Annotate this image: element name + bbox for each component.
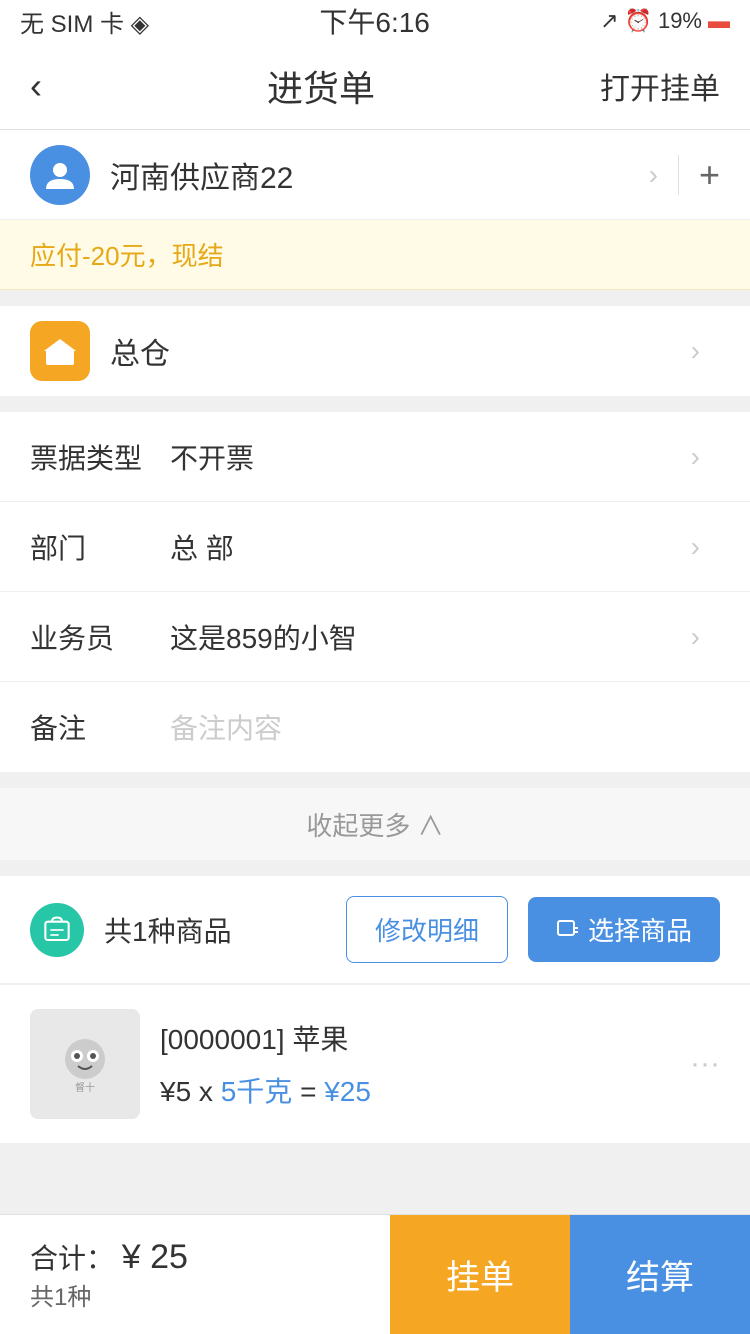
battery-label: 19% (658, 8, 702, 34)
supplier-card: 河南供应商22 › + 应付-20元，现结 (0, 130, 750, 290)
invoice-type-value: 不开票 (150, 437, 691, 477)
salesperson-label: 业务员 (30, 617, 150, 657)
invoice-type-row[interactable]: 票据类型 不开票 › (0, 412, 750, 502)
vertical-divider (678, 155, 679, 195)
svg-text:督十: 督十 (75, 1081, 95, 1094)
supplier-chevron-icon: › (649, 159, 658, 191)
salesperson-chevron: › (691, 621, 700, 653)
location-icon: ↗ (600, 8, 618, 34)
product-name: [0000001] 苹果 (160, 1018, 670, 1058)
products-count: 共1种商品 (104, 910, 326, 950)
remark-input[interactable]: 备注内容 (150, 707, 720, 747)
equals: = (300, 1076, 324, 1107)
page-title: 进货单 (267, 60, 375, 112)
warehouse-card: 总仓 › (0, 306, 750, 396)
select-product-label: 选择商品 (588, 911, 692, 948)
collapse-button[interactable]: 收起更多 ∧ (0, 788, 750, 860)
edit-detail-button[interactable]: 修改明细 (346, 896, 508, 963)
invoice-type-label: 票据类型 (30, 437, 150, 477)
status-bar: 无 SIM 卡 ◈ 下午6:16 ↗ ⏰ 19% ▬ (0, 0, 750, 42)
warehouse-name: 总仓 (110, 329, 691, 373)
sim-label: 无 SIM 卡 ◈ (20, 4, 149, 39)
invoice-type-chevron: › (691, 441, 700, 473)
department-value: 总 部 (150, 527, 691, 567)
warehouse-row[interactable]: 总仓 › (0, 306, 750, 396)
quantity: 5千克 (221, 1076, 293, 1107)
status-right: ↗ ⏰ 19% ▬ (600, 8, 730, 34)
salesperson-value: 这是859的小智 (150, 617, 691, 657)
unit-price: ¥5 x (160, 1076, 221, 1107)
total-label: 合计： (30, 1243, 114, 1274)
supplier-row[interactable]: 河南供应商22 › + (0, 130, 750, 220)
back-button[interactable]: ‹ (30, 65, 42, 107)
department-chevron: › (691, 531, 700, 563)
department-label: 部门 (30, 527, 150, 567)
notice-bar: 应付-20元，现结 (0, 220, 750, 290)
settle-button[interactable]: 结算 (570, 1215, 750, 1334)
collapse-label: 收起更多 ∧ (306, 806, 443, 843)
product-info: [0000001] 苹果 ¥5 x 5千克 = ¥25 (160, 1018, 670, 1110)
warehouse-chevron-icon: › (691, 335, 700, 367)
nav-bar: ‹ 进货单 打开挂单 (0, 42, 750, 130)
products-header: 共1种商品 修改明细 选择商品 (0, 876, 750, 983)
footer-count: 共1种 (30, 1277, 360, 1312)
form-card: 票据类型 不开票 › 部门 总 部 › 业务员 这是859的小智 › 备注 备注… (0, 412, 750, 772)
remark-row[interactable]: 备注 备注内容 (0, 682, 750, 772)
product-item: 督十 [0000001] 苹果 ¥5 x 5千克 = ¥25 ··· (0, 985, 750, 1143)
warehouse-icon (30, 321, 90, 381)
status-time: 下午6:16 (319, 1, 430, 41)
product-code: [0000001] (160, 1024, 292, 1055)
product-more-button[interactable]: ··· (690, 1047, 720, 1081)
product-thumbnail: 督十 (30, 1009, 140, 1119)
footer: 合计： ¥ 25 共1种 挂单 结算 (0, 1214, 750, 1334)
add-supplier-button[interactable]: + (699, 154, 720, 196)
product-price: ¥5 x 5千克 = ¥25 (160, 1070, 670, 1110)
salesperson-row[interactable]: 业务员 这是859的小智 › (0, 592, 750, 682)
total-price: ¥25 (324, 1076, 371, 1107)
alarm-icon: ⏰ (625, 8, 652, 34)
hang-button[interactable]: 挂单 (390, 1215, 570, 1334)
battery-icon: ▬ (708, 8, 730, 34)
notice-text: 应付-20元，现结 (30, 241, 224, 271)
product-title: 苹果 (292, 1024, 348, 1055)
department-row[interactable]: 部门 总 部 › (0, 502, 750, 592)
open-hang-button[interactable]: 打开挂单 (600, 64, 720, 108)
supplier-avatar (30, 145, 90, 205)
footer-total-area: 合计： ¥ 25 共1种 (0, 1237, 390, 1312)
remark-label: 备注 (30, 707, 150, 747)
supplier-name: 河南供应商22 (110, 153, 649, 197)
total-row: 合计： ¥ 25 (30, 1237, 360, 1277)
main-content: 河南供应商22 › + 应付-20元，现结 总仓 › 票据类型 不开票 › (0, 130, 750, 1273)
total-amount: ¥ 25 (122, 1238, 188, 1276)
products-icon (30, 903, 84, 957)
status-left: 无 SIM 卡 ◈ (20, 4, 149, 39)
select-product-button[interactable]: 选择商品 (528, 897, 720, 962)
